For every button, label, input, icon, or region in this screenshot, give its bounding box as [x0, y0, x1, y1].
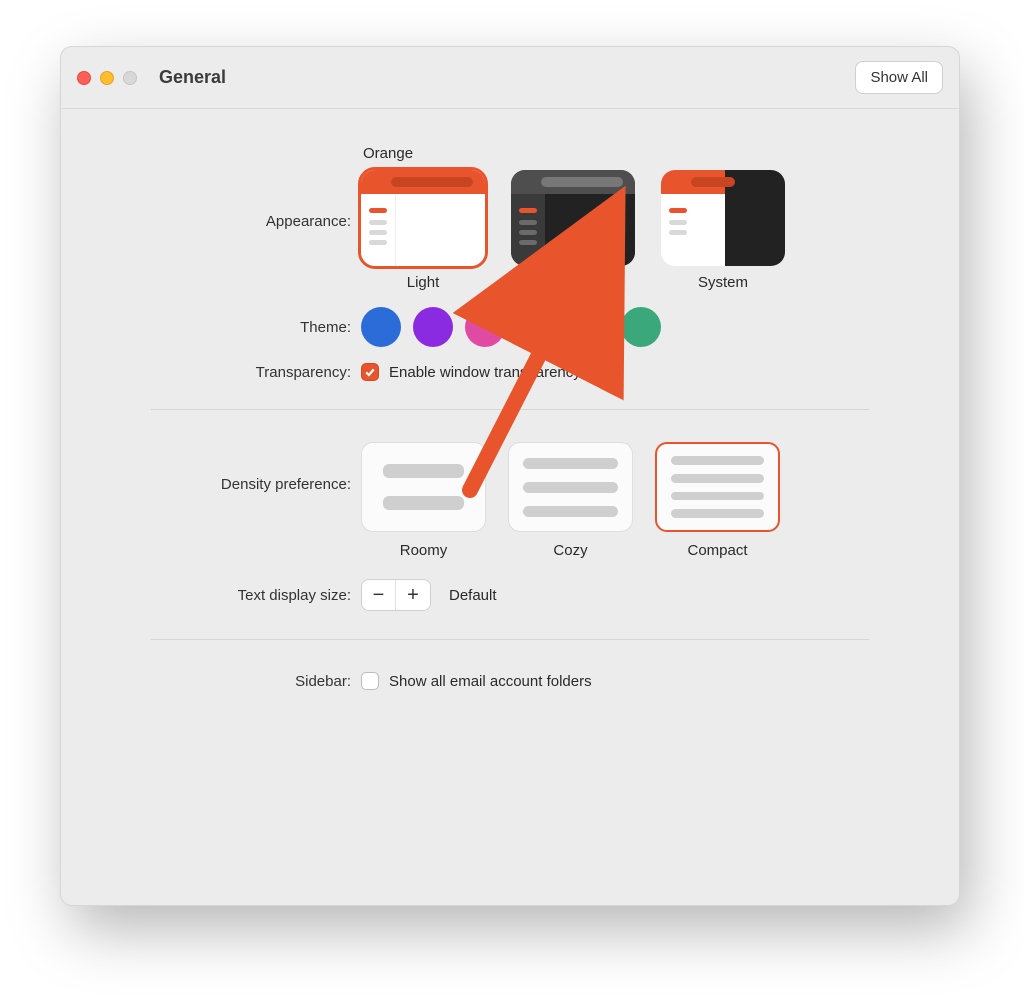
accent-name: Orange: [363, 145, 869, 162]
maximize-icon: [123, 71, 137, 85]
appearance-thumb-dark: [511, 170, 635, 266]
density-thumb-cozy: [508, 442, 633, 532]
sidebar-label: Sidebar:: [151, 673, 361, 690]
theme-swatch-red[interactable]: [569, 307, 609, 347]
density-option-roomy[interactable]: Roomy: [361, 442, 486, 559]
content: Appearance: Orange Light: [61, 109, 959, 736]
density-caption-cozy: Cozy: [553, 542, 587, 559]
density-option-compact[interactable]: Compact: [655, 442, 780, 559]
divider-2: [151, 639, 869, 640]
appearance-options: Light Dark: [361, 170, 869, 291]
density-thumb-roomy: [361, 442, 486, 532]
density-option-cozy[interactable]: Cozy: [508, 442, 633, 559]
theme-label: Theme:: [151, 319, 361, 336]
traffic-lights: [77, 71, 137, 85]
appearance-caption-system: System: [698, 274, 748, 291]
sidebar-checkbox-label: Show all email account folders: [389, 673, 592, 690]
appearance-option-system[interactable]: System: [661, 170, 785, 291]
theme-swatches: [361, 307, 869, 347]
density-caption-roomy: Roomy: [400, 542, 448, 559]
text-size-stepper: − +: [361, 579, 431, 611]
theme-swatch-orange[interactable]: [517, 307, 557, 347]
appearance-caption-light: Light: [407, 274, 440, 291]
text-size-decrease-button[interactable]: −: [362, 580, 396, 610]
transparency-checkbox-label: Enable window transparency: [389, 364, 581, 381]
transparency-checkbox[interactable]: [361, 363, 379, 381]
titlebar: General Show All: [61, 47, 959, 109]
preferences-window: General Show All Appearance: Orange: [60, 46, 960, 906]
divider-1: [151, 409, 869, 410]
theme-swatch-pink[interactable]: [465, 307, 505, 347]
theme-swatch-green[interactable]: [621, 307, 661, 347]
theme-swatch-blue[interactable]: [361, 307, 401, 347]
text-size-label: Text display size:: [151, 587, 361, 604]
appearance-option-light[interactable]: Light: [361, 170, 485, 291]
window-title: General: [159, 67, 226, 88]
appearance-caption-dark: Dark: [557, 274, 589, 291]
text-size-increase-button[interactable]: +: [396, 580, 430, 610]
appearance-thumb-system: [661, 170, 785, 266]
density-label: Density preference:: [151, 442, 361, 493]
density-thumb-compact: [655, 442, 780, 532]
minimize-icon[interactable]: [100, 71, 114, 85]
theme-swatch-purple[interactable]: [413, 307, 453, 347]
appearance-thumb-light: [361, 170, 485, 266]
close-icon[interactable]: [77, 71, 91, 85]
show-all-button[interactable]: Show All: [855, 61, 943, 94]
density-options: Roomy Cozy Compact: [361, 442, 869, 559]
appearance-label: Appearance:: [151, 145, 361, 230]
appearance-option-dark[interactable]: Dark: [511, 170, 635, 291]
text-size-value: Default: [449, 587, 497, 604]
density-caption-compact: Compact: [687, 542, 747, 559]
sidebar-checkbox[interactable]: [361, 672, 379, 690]
transparency-label: Transparency:: [151, 364, 361, 381]
